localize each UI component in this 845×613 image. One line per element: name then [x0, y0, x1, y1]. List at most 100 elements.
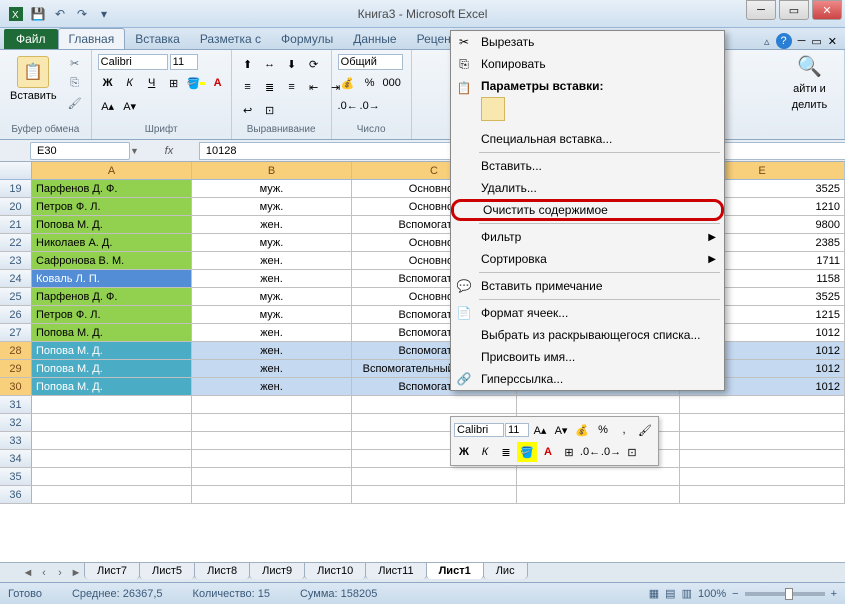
- cell[interactable]: [517, 486, 680, 503]
- font-color-button[interactable]: А: [208, 73, 228, 93]
- cm-clear-contents[interactable]: Очистить содержимое: [451, 199, 724, 221]
- sheet-nav-last-icon[interactable]: ►: [68, 567, 84, 579]
- tab-formulas[interactable]: Формулы: [271, 29, 343, 49]
- cell[interactable]: Попова М. Д.: [32, 360, 192, 377]
- mt-shrink-font-icon[interactable]: A▾: [551, 420, 571, 440]
- mdi-restore-icon[interactable]: ▭: [811, 35, 821, 48]
- sheet-tab[interactable]: Лист5: [139, 562, 195, 579]
- row-header[interactable]: 19: [0, 180, 32, 197]
- row-header[interactable]: 23: [0, 252, 32, 269]
- help-icon[interactable]: ?: [776, 33, 792, 49]
- mdi-min-icon[interactable]: ─: [798, 35, 806, 47]
- percent-icon[interactable]: %: [360, 73, 380, 93]
- cell[interactable]: [192, 450, 352, 467]
- mdi-close-icon[interactable]: ✕: [828, 35, 837, 48]
- row-header[interactable]: 36: [0, 486, 32, 503]
- cell[interactable]: [517, 468, 680, 485]
- cell[interactable]: жен.: [192, 216, 352, 233]
- merge-icon[interactable]: ⊡: [260, 100, 280, 120]
- mt-border-icon[interactable]: ⊞: [559, 442, 579, 462]
- cell[interactable]: [352, 396, 517, 413]
- view-layout-icon[interactable]: ▤: [665, 587, 675, 600]
- cell[interactable]: Попова М. Д.: [32, 378, 192, 395]
- row-header[interactable]: 32: [0, 414, 32, 431]
- cm-cut[interactable]: ✂Вырезать: [451, 31, 724, 53]
- mt-font-name[interactable]: [454, 423, 504, 437]
- mt-format-painter-icon[interactable]: 🖌: [635, 420, 655, 440]
- align-top-icon[interactable]: ⬆: [238, 54, 258, 74]
- sheet-tab[interactable]: Лист11: [365, 562, 426, 579]
- wrap-text-icon[interactable]: ↩: [238, 100, 258, 120]
- zoom-slider[interactable]: [745, 592, 825, 596]
- cell[interactable]: [32, 396, 192, 413]
- file-tab[interactable]: Файл: [4, 29, 58, 49]
- zoom-out-icon[interactable]: −: [732, 588, 738, 600]
- sheet-tab[interactable]: Лист8: [194, 562, 250, 579]
- fill-color-button[interactable]: 🪣: [186, 73, 206, 93]
- format-painter-icon[interactable]: 🖌: [65, 94, 85, 112]
- zoom-in-icon[interactable]: +: [831, 588, 837, 600]
- grow-font-icon[interactable]: А▴: [98, 96, 118, 116]
- sheet-tab[interactable]: Лис: [483, 562, 528, 579]
- cell[interactable]: [32, 450, 192, 467]
- comma-icon[interactable]: 000: [382, 73, 402, 93]
- close-button[interactable]: ✕: [812, 0, 842, 20]
- cm-hyperlink[interactable]: 🔗Гиперссылка...: [451, 368, 724, 390]
- row-header[interactable]: 35: [0, 468, 32, 485]
- inc-decimal-icon[interactable]: .0←: [338, 96, 358, 116]
- underline-button[interactable]: Ч: [142, 73, 162, 93]
- cell[interactable]: [32, 432, 192, 449]
- cell[interactable]: Попова М. Д.: [32, 342, 192, 359]
- zoom-level[interactable]: 100%: [698, 588, 726, 600]
- cell[interactable]: муж.: [192, 306, 352, 323]
- save-icon[interactable]: 💾: [28, 4, 48, 24]
- cell[interactable]: жен.: [192, 270, 352, 287]
- cell[interactable]: [352, 486, 517, 503]
- cell[interactable]: [680, 432, 845, 449]
- align-left-icon[interactable]: ≡: [238, 77, 258, 97]
- row-header[interactable]: 25: [0, 288, 32, 305]
- ribbon-min-icon[interactable]: ▵: [764, 35, 770, 48]
- sheet-tab[interactable]: Лист7: [84, 562, 140, 579]
- row-header[interactable]: 26: [0, 306, 32, 323]
- cell[interactable]: [680, 486, 845, 503]
- cm-format-cells[interactable]: 📄Формат ячеек...: [451, 302, 724, 324]
- row-header[interactable]: 29: [0, 360, 32, 377]
- sheet-nav-first-icon[interactable]: ◄: [20, 567, 36, 579]
- sheet-nav-prev-icon[interactable]: ‹: [36, 567, 52, 579]
- cell[interactable]: жен.: [192, 324, 352, 341]
- currency-icon[interactable]: 💰: [338, 73, 358, 93]
- cell[interactable]: муж.: [192, 198, 352, 215]
- cell[interactable]: [32, 468, 192, 485]
- cm-filter[interactable]: Фильтр▶: [451, 226, 724, 248]
- fx-icon[interactable]: fx: [159, 145, 179, 157]
- cell[interactable]: жен.: [192, 360, 352, 377]
- align-center-icon[interactable]: ≣: [260, 77, 280, 97]
- row-header[interactable]: 33: [0, 432, 32, 449]
- view-pagebreak-icon[interactable]: ▥: [682, 587, 692, 600]
- mt-comma-icon[interactable]: ,: [614, 420, 634, 440]
- row-header[interactable]: 30: [0, 378, 32, 395]
- cell[interactable]: [680, 414, 845, 431]
- col-header-b[interactable]: B: [192, 162, 352, 179]
- tab-data[interactable]: Данные: [343, 29, 406, 49]
- font-name-select[interactable]: [98, 54, 168, 70]
- bold-button[interactable]: Ж: [98, 73, 118, 93]
- cm-paste-special[interactable]: Специальная вставка...: [451, 128, 724, 150]
- number-format-select[interactable]: [338, 54, 403, 70]
- sheet-nav-next-icon[interactable]: ›: [52, 567, 68, 579]
- binoculars-icon[interactable]: 🔍: [797, 54, 822, 79]
- mt-font-color-icon[interactable]: А: [538, 442, 558, 462]
- cm-pick-from-list[interactable]: Выбрать из раскрывающегося списка...: [451, 324, 724, 346]
- border-button[interactable]: ⊞: [164, 73, 184, 93]
- cm-insert[interactable]: Вставить...: [451, 155, 724, 177]
- mt-inc-decimal-icon[interactable]: .0←: [580, 442, 600, 462]
- cm-copy[interactable]: ⎘Копировать: [451, 53, 724, 75]
- row-header[interactable]: 22: [0, 234, 32, 251]
- mt-fill-color-icon[interactable]: 🪣: [517, 442, 537, 462]
- align-bottom-icon[interactable]: ⬇: [282, 54, 302, 74]
- row-header[interactable]: 20: [0, 198, 32, 215]
- mt-dec-decimal-icon[interactable]: .0→: [601, 442, 621, 462]
- cell[interactable]: Коваль Л. П.: [32, 270, 192, 287]
- tab-insert[interactable]: Вставка: [125, 29, 190, 49]
